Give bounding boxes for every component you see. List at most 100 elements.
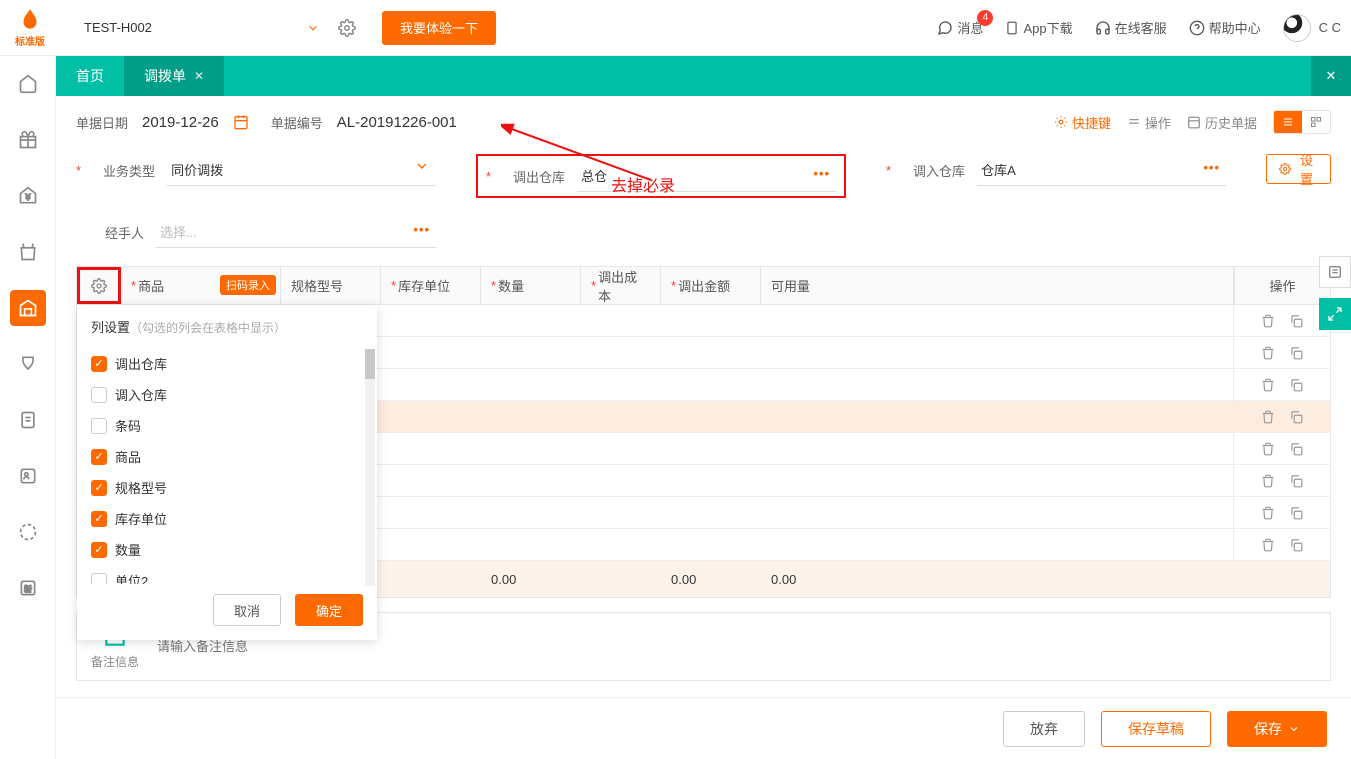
view-card-icon[interactable] — [1302, 111, 1330, 133]
column-option[interactable]: ✓调出仓库 — [91, 348, 369, 379]
delete-icon[interactable] — [1261, 474, 1275, 488]
user-menu[interactable]: C C — [1283, 14, 1341, 42]
chevron-down-icon — [414, 158, 430, 174]
nav-money-icon[interactable] — [10, 346, 46, 382]
shortcut-link[interactable]: 快捷键 — [1054, 113, 1111, 132]
calendar-icon[interactable] — [233, 114, 249, 130]
checkbox-icon[interactable]: ✓ — [91, 511, 107, 527]
copy-icon[interactable] — [1289, 346, 1303, 360]
field-in-warehouse[interactable]: * 调入仓库 仓库A ••• — [886, 154, 1226, 186]
left-nav: ¥ 新 — [0, 56, 56, 759]
delete-icon[interactable] — [1261, 314, 1275, 328]
delete-icon[interactable] — [1261, 506, 1275, 520]
cancel-button[interactable]: 取消 — [213, 594, 281, 626]
col-ops: 操作 — [1234, 267, 1330, 304]
copy-icon[interactable] — [1289, 442, 1303, 456]
checkbox-icon[interactable]: ✓ — [91, 449, 107, 465]
project-select[interactable]: TEST-H002 — [72, 11, 332, 45]
float-expand-icon[interactable] — [1319, 298, 1351, 330]
column-option[interactable]: ✓库存单位 — [91, 503, 369, 534]
app-download-link[interactable]: App下载 — [1005, 18, 1072, 37]
copy-icon[interactable] — [1289, 506, 1303, 520]
history-link[interactable]: 历史单据 — [1187, 113, 1257, 132]
scan-badge[interactable]: 扫码录入 — [220, 275, 276, 295]
column-option[interactable]: ✓数量 — [91, 534, 369, 565]
chevron-down-icon — [306, 21, 320, 35]
project-settings-icon[interactable] — [338, 19, 366, 37]
nav-new-icon[interactable]: 新 — [10, 570, 46, 606]
nav-bag-icon[interactable] — [10, 234, 46, 270]
trial-button[interactable]: 我要体验一下 — [382, 11, 496, 45]
checkbox-icon[interactable] — [91, 387, 107, 403]
nav-warehouse-icon[interactable] — [10, 290, 46, 326]
column-option-label: 调入仓库 — [115, 385, 167, 404]
more-icon[interactable]: ••• — [413, 222, 430, 237]
help-center-link[interactable]: 帮助中心 — [1189, 18, 1261, 37]
save-draft-button[interactable]: 保存草稿 — [1101, 711, 1211, 747]
float-note-icon[interactable] — [1319, 256, 1351, 288]
copy-icon[interactable] — [1289, 474, 1303, 488]
delete-icon[interactable] — [1261, 346, 1275, 360]
checkbox-icon[interactable]: ✓ — [91, 542, 107, 558]
nav-gift-icon[interactable] — [10, 122, 46, 158]
nav-contact-icon[interactable] — [10, 458, 46, 494]
copy-icon[interactable] — [1289, 410, 1303, 424]
nav-home-icon[interactable] — [10, 66, 46, 102]
column-list[interactable]: ✓调出仓库调入仓库条码✓商品✓规格型号✓库存单位✓数量单位2 — [77, 344, 377, 584]
scrollbar[interactable] — [365, 349, 375, 586]
online-service-link[interactable]: 在线客服 — [1095, 18, 1167, 37]
save-label: 保存 — [1254, 719, 1282, 739]
column-option[interactable]: 调入仓库 — [91, 379, 369, 410]
checkbox-icon[interactable]: ✓ — [91, 356, 107, 372]
field-out-warehouse[interactable]: * 调出仓库 总仓 ••• — [476, 154, 846, 198]
flame-icon — [17, 7, 43, 33]
out-wh-label: 调出仓库 — [497, 167, 565, 186]
checkbox-icon[interactable] — [91, 418, 107, 434]
save-button[interactable]: 保存 — [1227, 711, 1327, 747]
avatar — [1283, 14, 1311, 42]
more-icon[interactable]: ••• — [1203, 160, 1220, 175]
discard-button[interactable]: 放弃 — [1003, 711, 1085, 747]
nav-clipboard-icon[interactable] — [10, 402, 46, 438]
footer-amount: 0.00 — [661, 572, 761, 587]
col-settings-button[interactable] — [77, 267, 121, 304]
scrollbar-thumb[interactable] — [365, 349, 375, 379]
column-option[interactable]: 条码 — [91, 410, 369, 441]
doc-header: 单据日期 2019-12-26 单据编号 AL-20191226-001 快捷键… — [76, 110, 1331, 134]
remarks-input[interactable] — [157, 639, 1316, 654]
messages-link[interactable]: 消息 4 — [937, 18, 983, 37]
remarks-label: 备注信息 — [91, 653, 139, 670]
settings-button[interactable]: 设置 — [1266, 154, 1331, 184]
delete-icon[interactable] — [1261, 442, 1275, 456]
tab-home[interactable]: 首页 — [56, 56, 124, 96]
nav-sync-icon[interactable] — [10, 514, 46, 550]
column-option[interactable]: ✓商品 — [91, 441, 369, 472]
column-option[interactable]: ✓规格型号 — [91, 472, 369, 503]
field-handler[interactable]: 经手人 选择... ••• — [76, 216, 436, 248]
tabs-row: 首页 调拨单 ✕ ✕ — [56, 56, 1351, 96]
nav-price-icon[interactable]: ¥ — [10, 178, 46, 214]
checkbox-icon[interactable]: ✓ — [91, 480, 107, 496]
copy-icon[interactable] — [1289, 314, 1303, 328]
online-service-label: 在线客服 — [1115, 18, 1167, 37]
ok-button[interactable]: 确定 — [295, 594, 363, 626]
copy-icon[interactable] — [1289, 378, 1303, 392]
top-links: 消息 4 App下载 在线客服 帮助中心 C C — [937, 14, 1341, 42]
operation-link[interactable]: 操作 — [1127, 113, 1171, 132]
close-all-tabs[interactable]: ✕ — [1311, 56, 1351, 96]
delete-icon[interactable] — [1261, 378, 1275, 392]
date-value[interactable]: 2019-12-26 — [142, 114, 219, 131]
checkbox-icon[interactable] — [91, 573, 107, 585]
column-option[interactable]: 单位2 — [91, 565, 369, 584]
more-icon[interactable]: ••• — [813, 166, 830, 181]
field-biz-type[interactable]: * 业务类型 同价调拨 — [76, 154, 436, 186]
page-footer: 放弃 保存草稿 保存 — [56, 697, 1351, 759]
copy-icon[interactable] — [1289, 538, 1303, 552]
delete-icon[interactable] — [1261, 538, 1275, 552]
close-icon[interactable]: ✕ — [194, 69, 204, 83]
tab-allocation[interactable]: 调拨单 ✕ — [124, 56, 224, 96]
view-list-icon[interactable] — [1274, 111, 1302, 133]
app-download-label: App下载 — [1023, 18, 1072, 37]
help-center-label: 帮助中心 — [1209, 18, 1261, 37]
delete-icon[interactable] — [1261, 410, 1275, 424]
